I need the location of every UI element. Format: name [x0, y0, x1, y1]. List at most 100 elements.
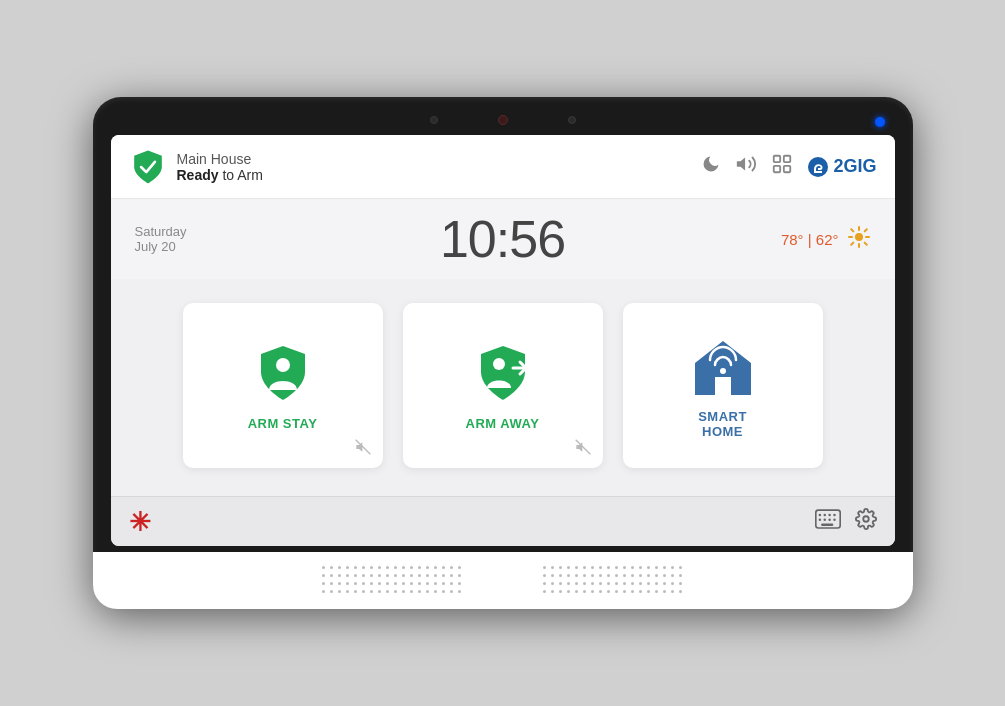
speaker-dot [551, 582, 554, 585]
grid-icon[interactable] [771, 153, 793, 180]
smart-home-label: SMART HOME [698, 409, 747, 439]
speaker-dot [458, 590, 461, 593]
speaker-dot [426, 566, 429, 569]
speaker-dot [418, 590, 421, 593]
speaker-dot [647, 566, 650, 569]
speaker-dot [370, 582, 373, 585]
svg-point-34 [863, 516, 869, 522]
speaker-dot [402, 590, 405, 593]
speaker-dot [591, 566, 594, 569]
speaker-dot [639, 566, 642, 569]
speaker-dot [599, 574, 602, 577]
arm-away-mute-icon [575, 439, 591, 458]
speaker-dot [599, 566, 602, 569]
speaker-dot [575, 590, 578, 593]
speaker-dot [418, 566, 421, 569]
speaker-dot [370, 574, 373, 577]
speaker-dot [410, 574, 413, 577]
speaker-dot [442, 566, 445, 569]
keyboard-icon[interactable] [815, 509, 841, 534]
speaker-dot [426, 574, 429, 577]
speaker-dot [615, 590, 618, 593]
moon-icon[interactable] [701, 154, 721, 179]
speaker-dot [458, 566, 461, 569]
smart-home-card[interactable]: SMART HOME [623, 303, 823, 468]
speaker-dot [402, 566, 405, 569]
speaker-dot [663, 566, 666, 569]
speaker-dot [631, 566, 634, 569]
speaker-dot [450, 574, 453, 577]
speaker-dot [362, 574, 365, 577]
speaker-dot [378, 582, 381, 585]
speaker-dot [322, 566, 325, 569]
speaker-dot [426, 590, 429, 593]
svg-rect-2 [784, 156, 790, 162]
speaker-dot [591, 590, 594, 593]
status-suffix: to Arm [219, 167, 263, 183]
speaker-dot [655, 574, 658, 577]
speaker-dot [639, 590, 642, 593]
header-status: Ready to Arm [177, 167, 263, 183]
speaker-dot [567, 582, 570, 585]
svg-rect-1 [774, 156, 780, 162]
speaker-dot [623, 590, 626, 593]
settings-icon[interactable] [855, 508, 877, 535]
speaker-dot [450, 590, 453, 593]
speaker-dot [394, 574, 397, 577]
arm-stay-mute-icon [355, 439, 371, 458]
svg-point-5 [808, 157, 828, 177]
speaker-dot [607, 566, 610, 569]
speaker-dot [434, 566, 437, 569]
speaker-dot [567, 574, 570, 577]
speaker-dot [559, 582, 562, 585]
svg-line-11 [851, 229, 853, 231]
speaker-dot [450, 582, 453, 585]
speaker-dot [607, 590, 610, 593]
speaker-left: // Will generate dots via JS below [322, 566, 463, 595]
speaker-dot [559, 566, 562, 569]
speaker-dot [458, 582, 461, 585]
speaker-dot [655, 566, 658, 569]
svg-point-18 [493, 358, 505, 370]
speaker-dot [378, 566, 381, 569]
speaker-dot [402, 574, 405, 577]
speaker-dot [330, 590, 333, 593]
speaker-dot [450, 566, 453, 569]
header-left: Main House Ready to Arm [129, 148, 263, 186]
date-block: Saturday July 20 [135, 224, 187, 254]
speaker-dot [346, 590, 349, 593]
speaker-dot [418, 582, 421, 585]
speaker-dot [623, 574, 626, 577]
speaker-dot [330, 582, 333, 585]
speaker-dot [370, 590, 373, 593]
speaker-dot [671, 566, 674, 569]
arm-stay-icon [249, 340, 317, 408]
speaker-dot [330, 566, 333, 569]
speaker-dot [378, 590, 381, 593]
arm-stay-card[interactable]: ARM STAY [183, 303, 383, 468]
device-frame: Main House Ready to Arm [93, 97, 913, 609]
speaker-dot [647, 582, 650, 585]
speaker-dot [410, 566, 413, 569]
speaker-dot [575, 582, 578, 585]
speaker-dot [346, 574, 349, 577]
speaker-dot [599, 590, 602, 593]
speaker-dot [567, 590, 570, 593]
speaker-dot [599, 582, 602, 585]
arm-away-card[interactable]: ARM AWAY [403, 303, 603, 468]
speaker-dot [346, 566, 349, 569]
speaker-dot [551, 590, 554, 593]
speaker-dot [386, 582, 389, 585]
speaker-dot [330, 574, 333, 577]
screen: Main House Ready to Arm [111, 135, 895, 546]
speaker-dot [679, 590, 682, 593]
speaker-dot [583, 566, 586, 569]
speaker-dot [394, 582, 397, 585]
speaker-dot [442, 582, 445, 585]
speaker-dot [671, 590, 674, 593]
speaker-grille-area: // Will generate dots via JS below [93, 552, 913, 609]
camera-center [498, 115, 508, 125]
asterisk-button[interactable]: ✳ [129, 509, 151, 535]
speaker-dot [655, 590, 658, 593]
volume-icon[interactable] [735, 153, 757, 180]
